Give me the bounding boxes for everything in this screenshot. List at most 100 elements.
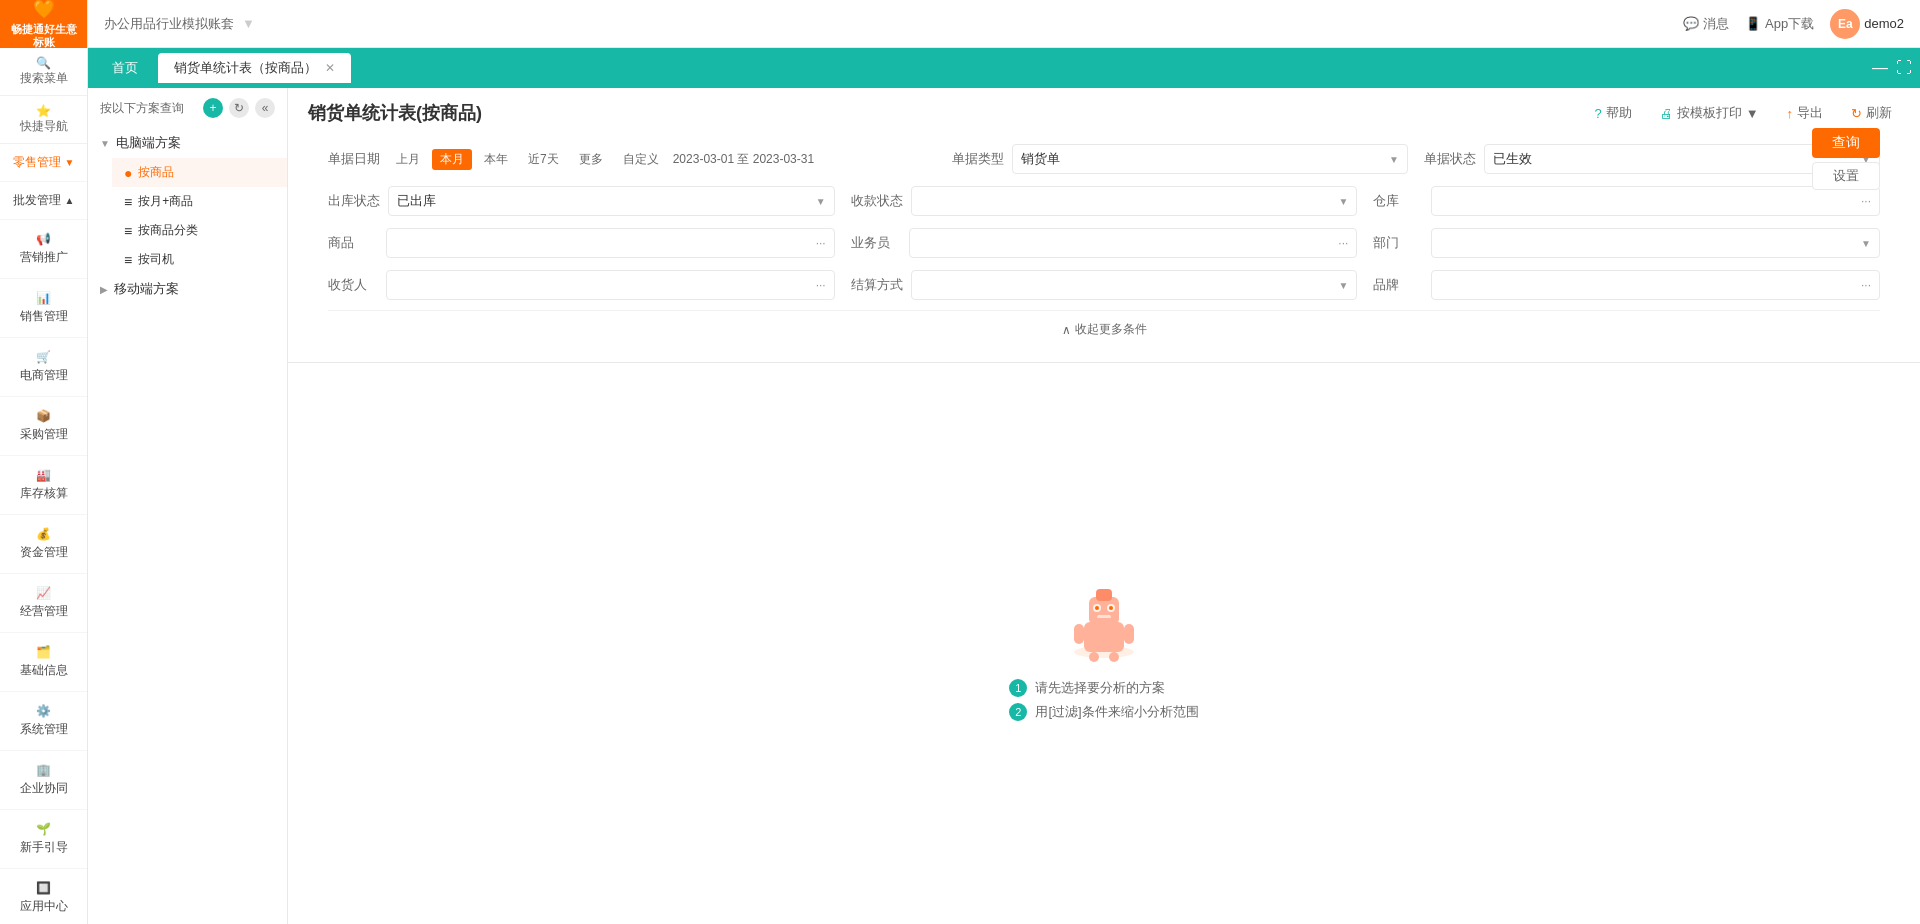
refresh-button[interactable]: ↻ 刷新 — [1843, 100, 1900, 126]
logo-text: 畅捷通好生意 — [11, 23, 77, 36]
sidebar-item-retail[interactable]: 零售管理 ▼ — [0, 144, 87, 182]
app-download-button[interactable]: 📱 App下载 — [1745, 15, 1814, 33]
brand-input[interactable]: ··· — [1431, 270, 1880, 300]
sidebar-item-finance[interactable]: 💰 资金管理 — [0, 515, 87, 574]
date-tab-last-month[interactable]: 上月 — [388, 149, 428, 170]
query-button[interactable]: 查询 — [1812, 128, 1880, 158]
filter-warehouse: 仓库 ··· — [1373, 186, 1880, 216]
finance-label: 资金管理 — [20, 544, 68, 561]
sidebar-item-marketing[interactable]: 📢 营销推广 — [0, 220, 87, 279]
tree-item-by-month-goods[interactable]: ≡ 按月+商品 — [112, 187, 287, 216]
tip-text-2: 用[过滤]条件来缩小分析范围 — [1035, 703, 1198, 721]
tree-item-by-goods[interactable]: ● 按商品 — [112, 158, 287, 187]
bill-status-value: 已生效 — [1493, 150, 1532, 168]
panel-title: 按以下方案查询 — [100, 100, 184, 117]
salesman-label: 业务员 — [851, 234, 901, 252]
help-button[interactable]: ? 帮助 — [1586, 100, 1639, 126]
empty-state: 1 请先选择要分析的方案 2 用[过滤]条件来缩小分析范围 — [288, 363, 1920, 924]
sidebar-nav: 零售管理 ▼ 批发管理 ▲ 📢 营销推广 📊 销售管理 🛒 电商管理 📦 采购管… — [0, 144, 87, 924]
tab-sales-report[interactable]: 销货单统计表（按商品） ✕ — [158, 53, 351, 83]
select-chevron-icon-3: ▼ — [816, 196, 826, 207]
filter-payment: 结算方式 ▼ — [851, 270, 1358, 300]
sidebar-item-purchase[interactable]: 📦 采购管理 — [0, 397, 87, 456]
svg-rect-1 — [1084, 622, 1124, 652]
settings-button[interactable]: 设置 — [1812, 162, 1880, 190]
sidebar-item-ecommerce[interactable]: 🛒 电商管理 — [0, 338, 87, 397]
empty-tip-1: 1 请先选择要分析的方案 — [1009, 679, 1198, 697]
collapse-row: ∧ 收起更多条件 — [328, 310, 1880, 342]
tree-pc-scheme[interactable]: ▼ 电脑端方案 — [88, 128, 287, 158]
payment-select[interactable]: ▼ — [911, 270, 1358, 300]
tree-item-by-category[interactable]: ≡ 按商品分类 — [112, 216, 287, 245]
home-label: 首页 — [112, 59, 138, 77]
app-logo: 🧡 畅捷通好生意 标账 — [0, 0, 87, 48]
sidebar-item-newbie[interactable]: 🌱 新手引导 — [0, 810, 87, 869]
shortcut-icon: ⭐ — [36, 104, 51, 118]
receiver-input[interactable]: ··· — [386, 270, 835, 300]
svg-rect-11 — [1089, 652, 1099, 662]
sidebar-search[interactable]: 🔍 搜索菜单 — [0, 48, 87, 96]
sidebar-item-inventory[interactable]: 🏭 库存核算 — [0, 456, 87, 515]
date-tab-more[interactable]: 更多 — [571, 149, 611, 170]
date-tab-this-year[interactable]: 本年 — [476, 149, 516, 170]
dots-icon-4: ··· — [816, 278, 826, 292]
tab-home[interactable]: 首页 — [96, 53, 154, 83]
date-tab-custom[interactable]: 自定义 — [615, 149, 667, 170]
scheme-tree: ▼ 电脑端方案 ● 按商品 ≡ 按月+商品 ≡ 按商品分类 — [88, 124, 287, 924]
salesman-input[interactable]: ··· — [909, 228, 1358, 258]
out-status-label: 出库状态 — [328, 192, 380, 210]
goods-input[interactable]: ··· — [386, 228, 835, 258]
svg-point-7 — [1109, 606, 1113, 610]
sidebar-item-sales[interactable]: 📊 销售管理 — [0, 279, 87, 338]
sidebar-item-operation[interactable]: 📈 经营管理 — [0, 574, 87, 633]
tree-mobile-label: 移动端方案 — [114, 280, 179, 298]
add-scheme-button[interactable]: + — [203, 98, 223, 118]
dept-select[interactable]: ▼ — [1431, 228, 1880, 258]
tree-mobile-scheme[interactable]: ▶ 移动端方案 — [88, 274, 287, 304]
export-button[interactable]: ↑ 导出 — [1779, 100, 1832, 126]
dots-icon-2: ··· — [816, 236, 826, 250]
sidebar-item-enterprise[interactable]: 🏢 企业协同 — [0, 751, 87, 810]
date-tab-this-month[interactable]: 本月 — [432, 149, 472, 170]
sidebar-item-system[interactable]: ⚙️ 系统管理 — [0, 692, 87, 751]
purchase-label: 采购管理 — [20, 426, 68, 443]
sidebar-item-basic[interactable]: 🗂️ 基础信息 — [0, 633, 87, 692]
bill-type-select[interactable]: 销货单 ▼ — [1012, 144, 1408, 174]
out-status-select[interactable]: 已出库 ▼ — [388, 186, 835, 216]
sidebar-item-appcenter[interactable]: 🔲 应用中心 — [0, 869, 87, 924]
brand-label: 品牌 — [1373, 276, 1423, 294]
user-profile[interactable]: Ea demo2 — [1830, 9, 1904, 39]
query-actions: 查询 设置 — [1812, 128, 1880, 190]
export-icon: ↑ — [1787, 106, 1794, 121]
message-button[interactable]: 💬 消息 — [1683, 15, 1729, 33]
breadcrumb-sep: ▼ — [242, 16, 255, 31]
collapse-button[interactable]: ∧ 收起更多条件 — [1050, 317, 1159, 342]
print-button[interactable]: 🖨 按模板打印 ▼ — [1652, 100, 1767, 126]
out-status-value: 已出库 — [397, 192, 436, 210]
svg-rect-3 — [1096, 589, 1112, 601]
warehouse-input[interactable]: ··· — [1431, 186, 1880, 216]
date-tab-7days[interactable]: 近7天 — [520, 149, 567, 170]
shortcut-label: 快捷导航 — [20, 119, 68, 133]
tree-label-by-driver: 按司机 — [138, 251, 174, 268]
refresh-scheme-button[interactable]: ↻ — [229, 98, 249, 118]
sidebar-item-wholesale[interactable]: 批发管理 ▲ — [0, 182, 87, 220]
tree-item-by-driver[interactable]: ≡ 按司机 — [112, 245, 287, 274]
plus-icon: + — [209, 101, 216, 115]
collect-status-select[interactable]: ▼ — [911, 186, 1358, 216]
tab-minimize-icon[interactable]: — — [1872, 59, 1888, 77]
breadcrumb-text: 办公用品行业模拟账套 — [104, 15, 234, 33]
filter-out-status: 出库状态 已出库 ▼ — [328, 186, 835, 216]
sidebar-shortcut[interactable]: ⭐ 快捷导航 — [0, 96, 87, 144]
finance-icon: 💰 — [36, 527, 51, 541]
svg-rect-10 — [1124, 624, 1134, 644]
tab-close-icon[interactable]: ✕ — [325, 61, 335, 75]
svg-rect-8 — [1097, 615, 1111, 618]
main-area: 办公用品行业模拟账套 ▼ 💬 消息 📱 App下载 Ea demo2 首页 — [88, 0, 1920, 924]
filter-area: 单据日期 上月 本月 本年 近7天 更多 自定义 20 — [308, 138, 1900, 354]
tab-maximize-icon[interactable]: ⛶ — [1896, 59, 1912, 77]
user-name: demo2 — [1864, 16, 1904, 31]
topbar-right: 💬 消息 📱 App下载 Ea demo2 — [1683, 9, 1904, 39]
topbar: 办公用品行业模拟账套 ▼ 💬 消息 📱 App下载 Ea demo2 — [88, 0, 1920, 48]
collapse-panel-button[interactable]: « — [255, 98, 275, 118]
